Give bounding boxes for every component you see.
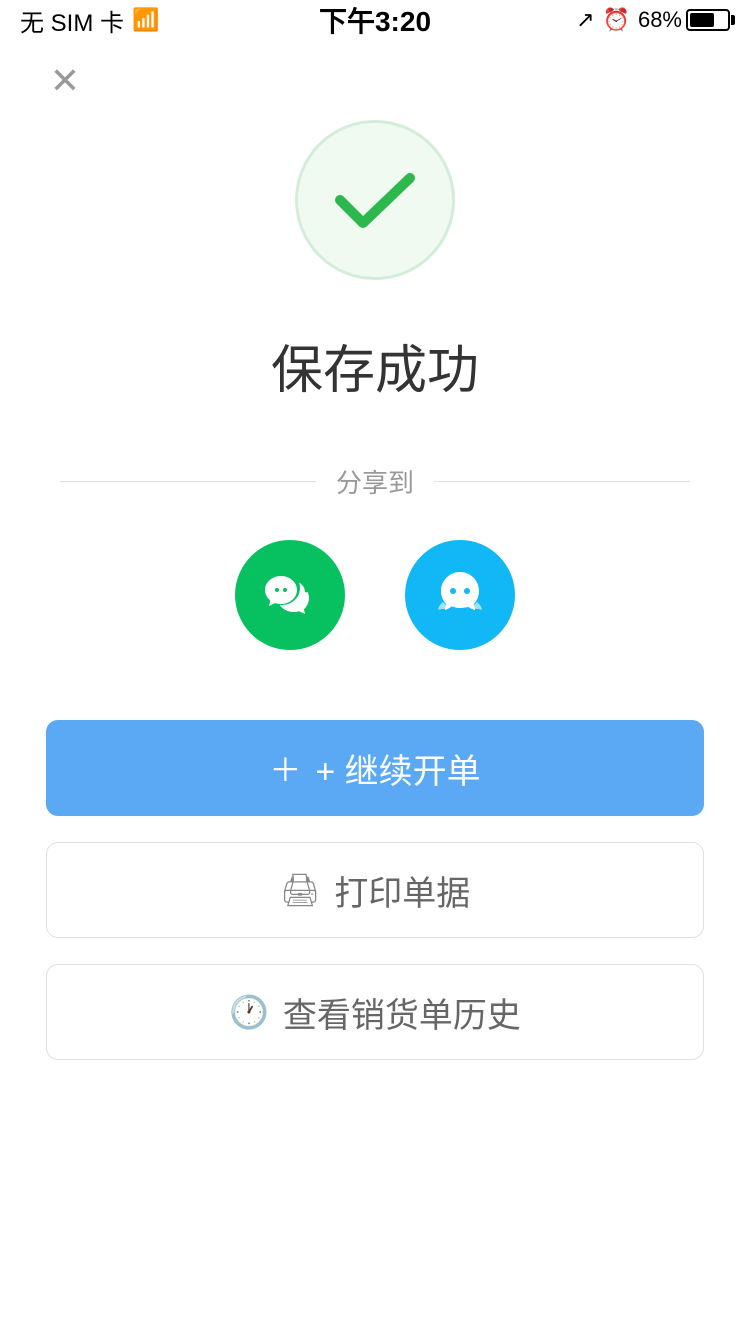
close-icon: ✕ (50, 63, 80, 99)
battery: 68% (638, 7, 730, 33)
success-title: 保存成功 (271, 328, 479, 403)
action-buttons: ＋ + 继续开单 🖨 打印单据 🕐 查看销货单历史 (0, 720, 750, 1060)
divider-text: 分享到 (316, 463, 434, 500)
carrier-text: 无 SIM 卡 (20, 3, 124, 38)
battery-fill (690, 13, 714, 27)
continue-order-button[interactable]: ＋ + 继续开单 (46, 720, 704, 816)
qq-icon (429, 564, 491, 626)
main-content: 保存成功 分享到 ＋ + 继续开单 (0, 40, 750, 1060)
status-right: ↗ ⏰ 68% (576, 7, 730, 33)
share-icons-row (235, 540, 515, 650)
print-label: 打印单据 (334, 866, 470, 915)
qq-share-button[interactable] (405, 540, 515, 650)
time-display: 下午3:20 (319, 0, 431, 40)
clock-icon: 🕐 (229, 993, 269, 1031)
status-bar: 无 SIM 卡 📶 下午3:20 ↗ ⏰ 68% (0, 0, 750, 40)
success-circle (295, 120, 455, 280)
wechat-icon (259, 564, 321, 626)
printer-icon: 🖨 (280, 871, 321, 909)
divider-right (434, 481, 690, 482)
divider-left (60, 481, 316, 482)
close-button[interactable]: ✕ (40, 56, 90, 106)
history-button[interactable]: 🕐 查看销货单历史 (46, 964, 704, 1060)
wifi-icon: 📶 (132, 7, 159, 33)
checkmark-icon (335, 170, 415, 230)
print-button[interactable]: 🖨 打印单据 (46, 842, 704, 938)
battery-icon (686, 9, 730, 31)
plus-icon: ＋ (269, 745, 301, 791)
share-divider-section: 分享到 (0, 463, 750, 500)
continue-order-label: + 继续开单 (315, 744, 480, 793)
history-label: 查看销货单历史 (283, 988, 521, 1037)
carrier-wifi: 无 SIM 卡 📶 (20, 3, 159, 38)
alarm-icon: ⏰ (603, 7, 630, 33)
location-icon: ↗ (576, 7, 594, 33)
battery-text: 68% (638, 7, 682, 33)
wechat-share-button[interactable] (235, 540, 345, 650)
